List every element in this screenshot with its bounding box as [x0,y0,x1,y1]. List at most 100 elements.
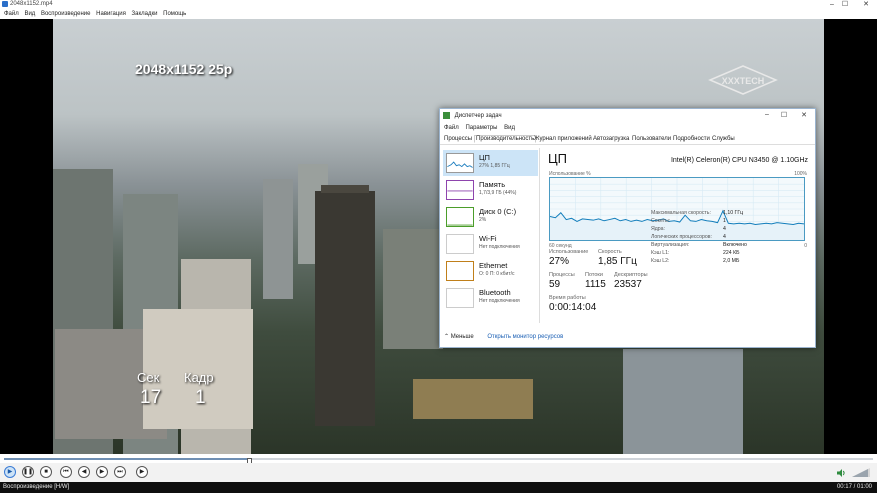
frame-step-button[interactable]: ▶ [136,466,148,478]
stat-value: 59 [549,279,561,290]
stat-value: 23537 [614,279,642,290]
stat-label: Использование [549,249,589,255]
resource-name: ЦП [479,153,490,162]
maximize-button[interactable]: ☐ [838,0,852,9]
tm-resource-list: ЦП 27% 1,85 ГГц Память 1,7/3,9 ГБ (44%) … [443,148,539,323]
resource-item-memory[interactable]: Память 1,7/3,9 ГБ (44%) [443,177,538,203]
title-bar: 2048x1152.mp4 – ☐ ✕ [0,0,877,9]
cpu-model: Intel(R) Celeron(R) CPU N3450 @ 1.10GHz [670,157,808,164]
stat-label: Время работы [549,295,586,301]
seek-bar[interactable] [0,454,877,465]
resource-detail: 2% [479,217,487,223]
resource-item-bluetooth[interactable]: Bluetooth Нет подключения [443,285,538,311]
tm-minimize-button[interactable]: – [759,111,775,121]
spec-row: Кэш L1: 224 КБ [651,250,801,258]
menu-file[interactable]: Файл [4,9,19,19]
spec-value: 1,10 ГГц [723,210,744,216]
task-manager-window: Диспетчер задач – ☐ ✕ Файл Параметры Вид… [439,108,816,348]
resource-detail: Нет подключения [479,244,520,250]
spec-value: 1 [723,218,726,224]
close-button[interactable]: ✕ [859,0,873,9]
frame-label: Кадр [184,370,214,385]
pause-button[interactable]: ❚❚ [22,466,34,478]
tm-menu-view[interactable]: Вид [504,125,515,131]
minimize-button[interactable]: – [825,0,839,9]
tm-close-button[interactable]: ✕ [796,111,812,121]
menu-bar: Файл Вид Воспроизведение Навигация Закла… [0,9,877,19]
stat-handles: Дескрипторы 23537 [614,272,648,290]
spec-key: Виртуализация: [651,242,690,248]
menu-help[interactable]: Помощь [163,9,186,19]
window-title: 2048x1152.mp4 [10,1,53,7]
resource-detail: О: 0 П: 0 кбит/с [479,271,515,277]
tab-app-history[interactable]: Журнал приложений [534,136,592,142]
resource-name: Ethernet [479,261,508,270]
rewind-button[interactable]: ◀ [78,466,90,478]
building [315,191,375,426]
seconds-value: 17 [140,387,162,408]
spec-key: Кэш L1: [651,250,670,256]
stat-speed: Скорость 1,85 ГГц [598,249,637,267]
stat-label: Дескрипторы [614,272,648,278]
fewer-details-button[interactable]: Меньше [451,334,474,340]
tab-details[interactable]: Подробности [673,136,710,142]
tab-services[interactable]: Службы [712,136,735,142]
spec-row: Логических процессоров: 4 [651,234,801,242]
stat-label: Процессы [549,272,575,278]
wifi-thumbnail-graph [446,234,474,254]
tab-processes[interactable]: Процессы [444,136,472,142]
resource-name: Диск 0 (C:) [479,207,517,216]
spec-value: 4 [723,226,726,232]
tab-users[interactable]: Пользователи [632,136,671,142]
frame-value: 1 [195,387,206,408]
volume-icon[interactable] [836,468,846,478]
stat-value: 1,85 ГГц [598,256,637,267]
spec-row: Кэш L2: 2,0 МБ [651,258,801,266]
tm-menu-file[interactable]: Файл [444,125,459,131]
building [143,309,253,429]
menu-view[interactable]: Вид [24,9,35,19]
tab-startup[interactable]: Автозагрузка [593,136,629,142]
previous-button[interactable]: ⏮ [60,466,72,478]
resource-detail: Нет подключения [479,298,520,304]
next-button[interactable]: ⏭ [114,466,126,478]
volume-slider[interactable] [852,468,870,477]
spec-key: Кэш L2: [651,258,670,264]
playback-time: 00:17 / 01:00 [836,484,872,490]
menu-bookmarks[interactable]: Закладки [131,9,157,19]
tm-menu-options[interactable]: Параметры [465,125,497,131]
ethernet-thumbnail-graph [446,261,474,281]
tm-footer: ⌃ Меньше Открыть монитор ресурсов [444,333,563,340]
spec-key: Сокеты: [651,218,671,224]
spec-value: 224 КБ [723,250,740,256]
cpu-thumbnail-graph [446,153,474,173]
resource-item-cpu[interactable]: ЦП 27% 1,85 ГГц [443,150,538,176]
resource-item-ethernet[interactable]: Ethernet О: 0 П: 0 кбит/с [443,258,538,284]
resource-monitor-link[interactable]: Открыть монитор ресурсов [487,334,563,340]
menu-navigate[interactable]: Навигация [96,9,126,19]
tm-maximize-button[interactable]: ☐ [776,111,792,121]
tm-menu-bar: Файл Параметры Вид [444,125,520,131]
spec-row: Сокеты: 1 [651,218,801,226]
stat-uptime: Время работы 0:00:14:04 [549,295,596,313]
menu-playback[interactable]: Воспроизведение [41,9,91,19]
seconds-label: Сек [137,370,160,385]
stat-value: 1115 [585,279,606,290]
media-player-window: 2048x1152.mp4 – ☐ ✕ Файл Вид Воспроизвед… [0,0,877,493]
stat-usage: Использование 27% [549,249,588,267]
building [383,229,443,349]
disk-thumbnail-graph [446,207,474,227]
tab-performance[interactable]: Производительность [474,135,537,143]
field [413,379,533,419]
seek-track[interactable] [4,458,873,465]
resource-item-wifi[interactable]: Wi-Fi Нет подключения [443,231,538,257]
stop-button[interactable]: ■ [40,466,52,478]
play-button[interactable]: ▶ [4,466,16,478]
forward-button[interactable]: ▶ [96,466,108,478]
tm-title: Диспетчер задач [454,113,502,120]
building [263,179,293,299]
task-manager-icon [443,112,450,119]
resource-item-disk[interactable]: Диск 0 (C:) 2% [443,204,538,230]
stat-threads: Потоки 1115 [585,272,606,290]
chevron-up-icon[interactable]: ⌃ [444,334,449,340]
